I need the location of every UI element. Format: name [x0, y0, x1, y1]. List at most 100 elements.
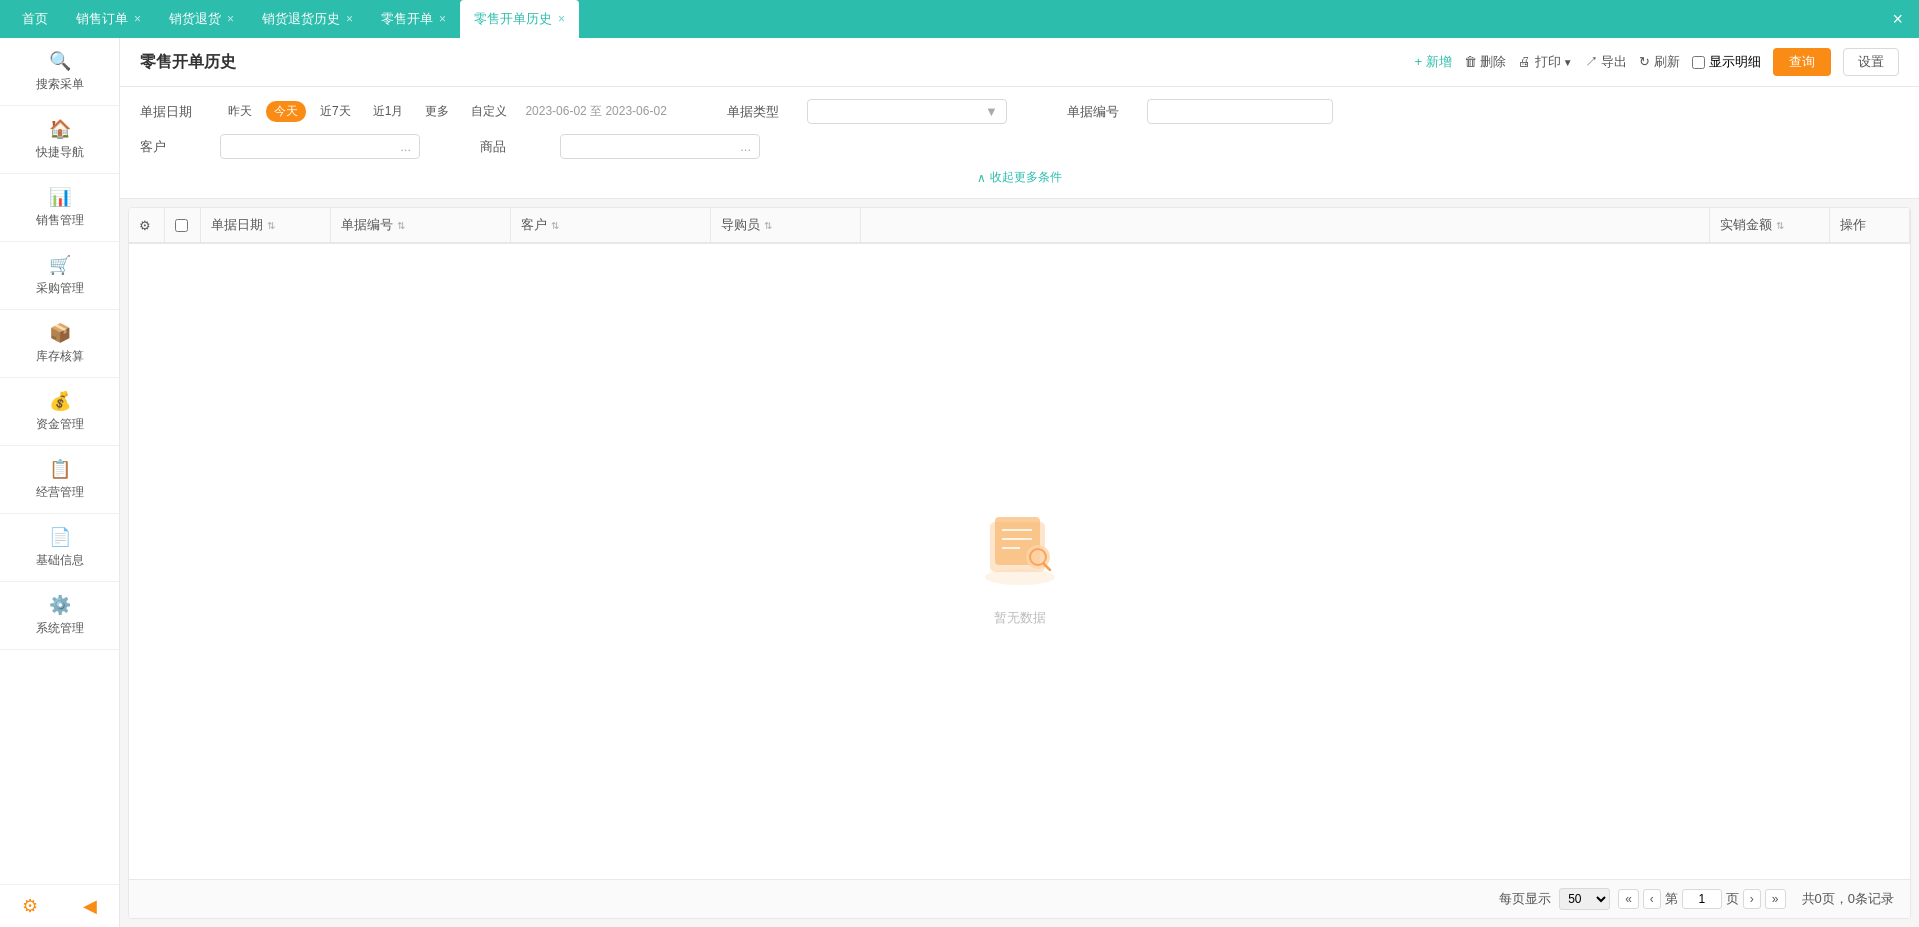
date-opt-7days[interactable]: 近7天	[312, 101, 359, 122]
tab-close-icon[interactable]: ×	[227, 12, 234, 26]
type-chevron-icon: ▼	[985, 104, 998, 119]
refresh-button[interactable]: ↻ 刷新	[1639, 53, 1680, 71]
th-date[interactable]: 单据日期 ⇅	[201, 208, 331, 242]
type-select[interactable]: ▼	[807, 99, 1007, 124]
first-page-button[interactable]: «	[1618, 889, 1639, 909]
sidebar: 🔍 搜索采单 🏠 快捷导航 📊 销售管理 🛒 采购管理 📦 库存核算 💰 资金管…	[0, 38, 120, 927]
sidebar-item-label: 系统管理	[36, 620, 84, 637]
sidebar-item-purchase[interactable]: 🛒 采购管理	[0, 242, 119, 310]
tab-label: 零售开单	[381, 10, 433, 28]
th-amount[interactable]: 实销金额 ⇅	[1710, 208, 1830, 242]
empty-illustration	[970, 497, 1070, 597]
th-salesperson[interactable]: 导购员 ⇅	[711, 208, 861, 242]
tab-sales-order[interactable]: 销售订单 ×	[62, 0, 155, 38]
customer-label: 客户	[140, 138, 200, 156]
tab-retail-order[interactable]: 零售开单 ×	[367, 0, 460, 38]
chart-icon: 📊	[49, 186, 71, 208]
display-detail-toggle[interactable]: 显示明细	[1692, 53, 1761, 71]
collapse-button[interactable]: ∧ 收起更多条件	[977, 169, 1062, 186]
tab-retail-history[interactable]: 零售开单历史 ×	[460, 0, 579, 38]
sidebar-item-basic-info[interactable]: 📄 基础信息	[0, 514, 119, 582]
date-opt-today[interactable]: 今天	[266, 101, 306, 122]
page-number-input[interactable]	[1682, 889, 1722, 909]
setting-button[interactable]: 设置	[1843, 48, 1899, 76]
sidebar-item-nav[interactable]: 🏠 快捷导航	[0, 106, 119, 174]
th-checkbox[interactable]	[165, 208, 201, 242]
number-label: 单据编号	[1067, 103, 1127, 121]
print-button[interactable]: 🖨 打印 ▼	[1518, 53, 1573, 71]
date-opt-1month[interactable]: 近1月	[365, 101, 412, 122]
table-header: ⚙ 单据日期 ⇅ 单据编号 ⇅ 客户 ⇅ 导购员 ⇅	[129, 208, 1910, 244]
tab-return-history[interactable]: 销货退货历史 ×	[248, 0, 367, 38]
tab-label: 销售订单	[76, 10, 128, 28]
date-opt-custom[interactable]: 自定义	[463, 101, 515, 122]
add-button[interactable]: + 新增	[1414, 53, 1451, 71]
sidebar-item-label: 快捷导航	[36, 144, 84, 161]
filter-row-2: 客户 ... 商品 ...	[140, 134, 1899, 159]
settings-icon-btn[interactable]: ⚙	[22, 895, 38, 917]
gear-icon: ⚙️	[49, 594, 71, 616]
sidebar-item-finance[interactable]: 💰 资金管理	[0, 378, 119, 446]
goods-input-wrap[interactable]: ...	[560, 134, 760, 159]
per-page-select[interactable]: 20 50 100 200	[1559, 888, 1610, 910]
export-button[interactable]: ↗ 导出	[1585, 53, 1628, 71]
select-all-checkbox[interactable]	[175, 219, 188, 232]
filter-row-1: 单据日期 昨天 今天 近7天 近1月 更多 自定义 2023-06-02 至 2…	[140, 99, 1899, 124]
date-opt-yesterday[interactable]: 昨天	[220, 101, 260, 122]
tab-home[interactable]: 首页	[8, 0, 62, 38]
date-range-display: 2023-06-02 至 2023-06-02	[525, 103, 666, 120]
sidebar-item-sales[interactable]: 📊 销售管理	[0, 174, 119, 242]
sort-customer-icon: ⇅	[551, 220, 559, 231]
th-actions: 操作	[1830, 208, 1910, 242]
empty-text: 暂无数据	[994, 609, 1046, 627]
top-tabbar: 首页 销售订单 × 销货退货 × 销货退货历史 × 零售开单 × 零售开单历史 …	[0, 0, 1919, 38]
th-settings[interactable]: ⚙	[129, 208, 165, 242]
sort-date-icon: ⇅	[267, 220, 275, 231]
customer-input-wrap[interactable]: ...	[220, 134, 420, 159]
cart-icon: 🛒	[49, 254, 71, 276]
tab-label: 零售开单历史	[474, 10, 552, 28]
th-number[interactable]: 单据编号 ⇅	[331, 208, 511, 242]
tab-label: 首页	[22, 10, 48, 28]
delete-button[interactable]: 🗑 删除	[1464, 53, 1507, 71]
th-extra	[861, 208, 1710, 242]
tab-close-icon[interactable]: ×	[346, 12, 353, 26]
sidebar-item-search[interactable]: 🔍 搜索采单	[0, 38, 119, 106]
next-page-button[interactable]: ›	[1743, 889, 1761, 909]
tab-label: 销货退货历史	[262, 10, 340, 28]
prev-page-button[interactable]: ‹	[1643, 889, 1661, 909]
tab-close-icon[interactable]: ×	[134, 12, 141, 26]
table-body: 暂无数据	[129, 244, 1910, 879]
print-chevron-icon: ▼	[1563, 57, 1573, 68]
tab-sales-return[interactable]: 销货退货 ×	[155, 0, 248, 38]
th-customer[interactable]: 客户 ⇅	[511, 208, 711, 242]
goods-ellipsis-icon[interactable]: ...	[740, 139, 751, 154]
number-input[interactable]	[1147, 99, 1333, 124]
type-label: 单据类型	[727, 103, 787, 121]
date-opt-more[interactable]: 更多	[417, 101, 457, 122]
page-nav: « ‹ 第 页 › »	[1618, 889, 1785, 909]
tab-close-icon[interactable]: ×	[558, 12, 565, 26]
customer-ellipsis-icon[interactable]: ...	[400, 139, 411, 154]
document-icon: 📄	[49, 526, 71, 548]
display-detail-checkbox[interactable]	[1692, 56, 1705, 69]
window-close-button[interactable]: ×	[1884, 9, 1911, 30]
sidebar-item-label: 销售管理	[36, 212, 84, 229]
tab-label: 销货退货	[169, 10, 221, 28]
sidebar-item-label: 资金管理	[36, 416, 84, 433]
last-page-button[interactable]: »	[1765, 889, 1786, 909]
sidebar-item-inventory[interactable]: 📦 库存核算	[0, 310, 119, 378]
table-area: ⚙ 单据日期 ⇅ 单据编号 ⇅ 客户 ⇅ 导购员 ⇅	[128, 207, 1911, 919]
sort-amount-icon: ⇅	[1776, 220, 1784, 231]
tab-close-icon[interactable]: ×	[439, 12, 446, 26]
page-title: 零售开单历史	[140, 52, 236, 73]
collapse-sidebar-btn[interactable]: ◀	[83, 895, 97, 917]
sidebar-item-label: 基础信息	[36, 552, 84, 569]
filter-area: 单据日期 昨天 今天 近7天 近1月 更多 自定义 2023-06-02 至 2…	[120, 87, 1919, 199]
home-icon: 🏠	[49, 118, 71, 140]
goods-label: 商品	[480, 138, 540, 156]
sidebar-item-management[interactable]: 📋 经营管理	[0, 446, 119, 514]
sidebar-item-system[interactable]: ⚙️ 系统管理	[0, 582, 119, 650]
page-label: 第	[1665, 890, 1678, 908]
query-button[interactable]: 查询	[1773, 48, 1831, 76]
